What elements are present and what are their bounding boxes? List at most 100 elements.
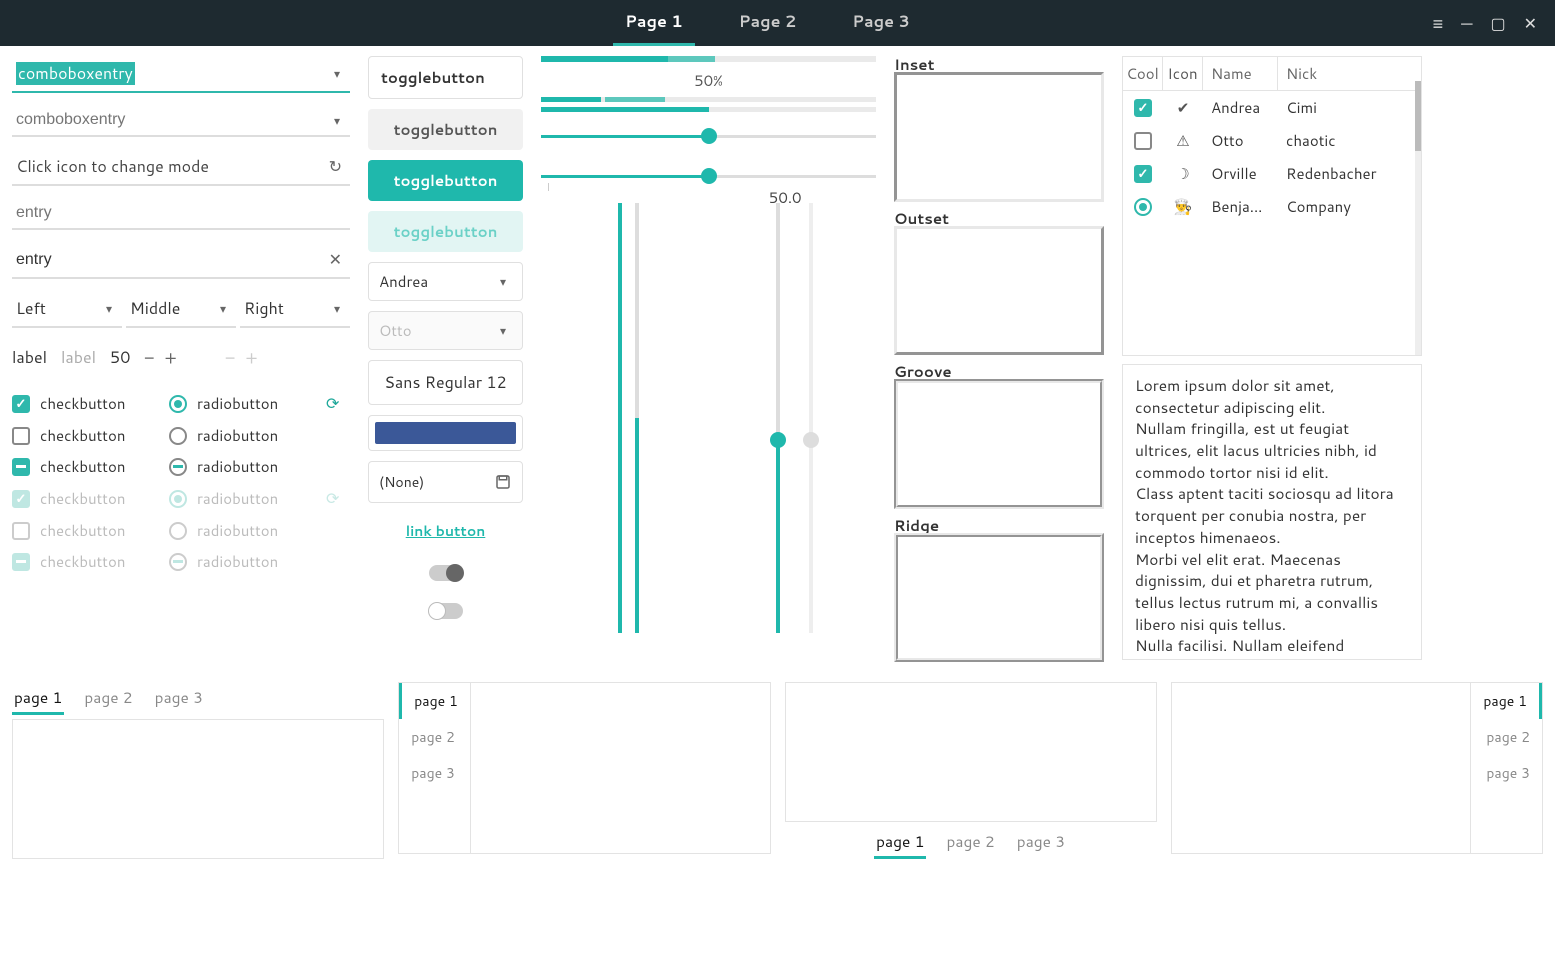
spin-plus-button[interactable]: + bbox=[165, 344, 177, 370]
comboboxentry-active[interactable]: comboboxentry ▾ bbox=[12, 56, 350, 93]
notebook-tab[interactable]: page 3 bbox=[1474, 755, 1542, 791]
checkbox-icon[interactable] bbox=[12, 395, 30, 413]
checkbox-icon[interactable] bbox=[12, 458, 30, 476]
main-content: comboboxentry ▾ ▾ Click icon to change m… bbox=[0, 46, 1555, 666]
scrollbar-thumb[interactable] bbox=[1415, 81, 1421, 151]
vertical-scale-4-disabled bbox=[809, 203, 813, 633]
sync-icon-disabled: ⟳ bbox=[326, 487, 350, 510]
switch-on[interactable] bbox=[429, 565, 463, 581]
mode-entry[interactable]: Click icon to change mode ↻ bbox=[12, 149, 350, 186]
dropdown-value: Otto bbox=[379, 320, 412, 341]
slider-thumb[interactable] bbox=[701, 168, 717, 184]
notebook-tab[interactable]: page 3 bbox=[1015, 826, 1067, 859]
notebook-tab[interactable]: page 3 bbox=[153, 682, 205, 715]
vertical-scale-1[interactable] bbox=[618, 203, 622, 633]
close-button[interactable]: ✕ bbox=[1524, 12, 1537, 35]
minimize-button[interactable]: ─ bbox=[1461, 12, 1472, 35]
table-row[interactable]: ⚠Ottochaotic bbox=[1123, 124, 1421, 157]
chevron-down-icon[interactable]: ▾ bbox=[494, 273, 512, 290]
checkbox-icon bbox=[12, 553, 30, 571]
radiobutton-2[interactable]: radiobutton bbox=[169, 425, 326, 446]
scales-column: 50% 50.0 bbox=[541, 56, 876, 666]
textview[interactable]: Lorem ipsum dolor sit amet, consectetur … bbox=[1122, 364, 1422, 660]
notebook-tab[interactable]: page 2 bbox=[399, 719, 470, 755]
entry-placeholder-input[interactable] bbox=[16, 204, 346, 222]
notebook-tab[interactable]: page 2 bbox=[82, 682, 134, 715]
frames-column: Inset Outset Groove Ridge bbox=[894, 56, 1104, 666]
checkbutton-2[interactable]: checkbutton bbox=[12, 425, 169, 446]
chevron-down-icon: ▾ bbox=[494, 322, 512, 339]
notebook-tab[interactable]: page 1 bbox=[399, 683, 470, 719]
horizontal-scale-2[interactable]: 50.0 bbox=[541, 165, 876, 189]
file-chooser-button[interactable]: (None) bbox=[368, 461, 523, 503]
maximize-button[interactable]: ▢ bbox=[1490, 12, 1505, 35]
checkbutton-3[interactable]: checkbutton bbox=[12, 456, 169, 477]
checkbox-icon bbox=[12, 490, 30, 508]
clear-icon[interactable]: ✕ bbox=[325, 248, 346, 271]
checkbox-icon[interactable] bbox=[12, 427, 30, 445]
chevron-down-icon[interactable]: ▾ bbox=[328, 65, 346, 82]
notebook-tab[interactable]: page 1 bbox=[12, 682, 64, 715]
radio-icon[interactable] bbox=[169, 458, 187, 476]
refresh-icon[interactable]: ↻ bbox=[325, 155, 346, 178]
radiobutton-3[interactable]: radiobutton bbox=[169, 456, 326, 477]
sync-icon[interactable]: ⟳ bbox=[326, 392, 350, 415]
switch-off[interactable] bbox=[429, 603, 463, 619]
chevron-down-icon[interactable]: ▾ bbox=[328, 300, 346, 317]
header-tab-page2[interactable]: Page 2 bbox=[727, 0, 809, 46]
checkbutton-label: checkbutton bbox=[40, 393, 125, 414]
table-row[interactable]: ✔AndreaCimi bbox=[1123, 91, 1421, 124]
checkbutton-1[interactable]: checkbutton bbox=[12, 393, 169, 414]
link-button[interactable]: link button bbox=[368, 513, 523, 549]
dropdown-right[interactable]: Right ▾ bbox=[240, 291, 350, 328]
treeview[interactable]: Cool Icon Name Nick ✔AndreaCimi⚠Ottochao… bbox=[1122, 56, 1422, 356]
table-row[interactable]: 👨‍🍳Benja...Company bbox=[1123, 190, 1421, 223]
dropdown-right-label: Right bbox=[244, 297, 284, 320]
column-header-name[interactable]: Name bbox=[1203, 57, 1278, 90]
radio-icon[interactable] bbox=[169, 427, 187, 445]
chevron-down-icon[interactable]: ▾ bbox=[214, 300, 232, 317]
color-button[interactable] bbox=[368, 415, 523, 451]
column-header-icon[interactable]: Icon bbox=[1163, 57, 1203, 90]
radio-icon[interactable] bbox=[1134, 198, 1152, 216]
frame-outset: Outset bbox=[894, 210, 1104, 360]
checkbox-icon[interactable] bbox=[1134, 165, 1152, 183]
spin-minus-button[interactable]: − bbox=[144, 344, 155, 370]
header-tab-page3[interactable]: Page 3 bbox=[840, 0, 922, 46]
notebook-tab[interactable]: page 2 bbox=[1474, 719, 1542, 755]
menu-icon[interactable]: ≡ bbox=[1433, 10, 1444, 36]
radiobutton-1[interactable]: radiobutton bbox=[169, 393, 326, 414]
font-button[interactable]: Sans Regular 12 bbox=[368, 360, 523, 405]
slider-thumb[interactable] bbox=[701, 128, 717, 144]
entry-value-input[interactable] bbox=[16, 251, 325, 269]
radio-icon[interactable] bbox=[169, 395, 187, 413]
togglebutton-2[interactable]: togglebutton bbox=[368, 109, 523, 150]
table-row[interactable]: ☽OrvilleRedenbacher bbox=[1123, 157, 1421, 190]
checkbox-icon[interactable] bbox=[1134, 99, 1152, 117]
dropdown-names[interactable]: Andrea▾ bbox=[368, 262, 523, 301]
dropdown-left[interactable]: Left▾ bbox=[12, 291, 122, 328]
slider-thumb[interactable] bbox=[770, 432, 786, 448]
header-tab-page1[interactable]: Page 1 bbox=[613, 0, 695, 46]
spinbutton[interactable]: 50 − + bbox=[110, 344, 177, 370]
column-header-nick[interactable]: Nick bbox=[1278, 57, 1421, 90]
comboboxentry-disabled: ▾ bbox=[12, 105, 350, 137]
notebook-tab[interactable]: page 1 bbox=[874, 826, 926, 859]
togglebutton-1[interactable]: togglebutton bbox=[368, 56, 523, 99]
entry-empty[interactable] bbox=[12, 198, 350, 230]
entry-with-clear[interactable]: ✕ bbox=[12, 242, 350, 279]
progress-pct-label: 50% bbox=[541, 70, 876, 91]
dropdown-middle[interactable]: Middle▾ bbox=[126, 291, 236, 328]
notebook-tab[interactable]: page 3 bbox=[399, 755, 470, 791]
column-header-cool[interactable]: Cool bbox=[1123, 57, 1163, 90]
notebook-tab[interactable]: page 2 bbox=[944, 826, 996, 859]
vertical-scale-3[interactable] bbox=[776, 203, 780, 633]
togglebutton-3-active[interactable]: togglebutton bbox=[368, 160, 523, 201]
radiobutton-label: radiobutton bbox=[197, 488, 278, 509]
notebook-tab[interactable]: page 1 bbox=[1471, 683, 1542, 719]
chevron-down-icon[interactable]: ▾ bbox=[100, 300, 118, 317]
scrollbar[interactable] bbox=[1415, 81, 1421, 355]
horizontal-scale-1[interactable] bbox=[541, 125, 876, 149]
vertical-scale-2[interactable] bbox=[635, 203, 639, 633]
checkbox-icon[interactable] bbox=[1134, 132, 1152, 150]
